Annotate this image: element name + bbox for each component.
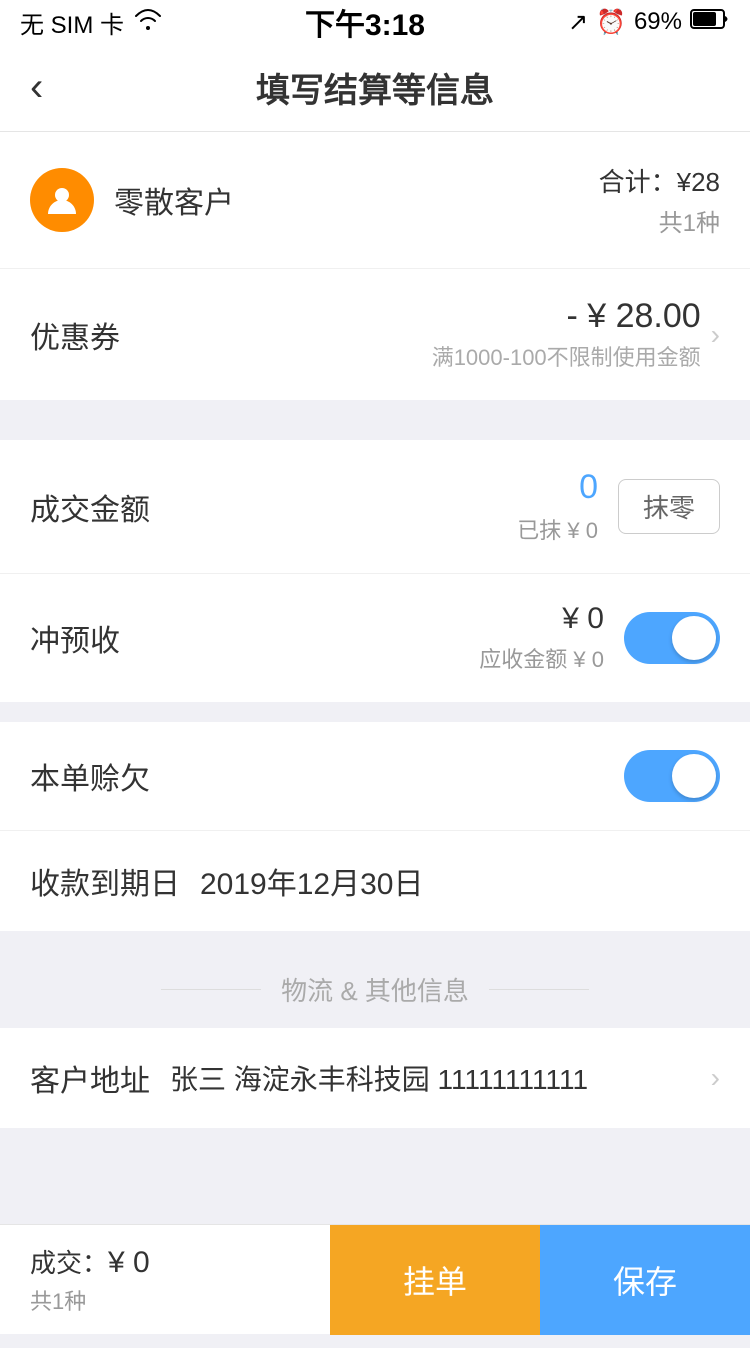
prepayment-row: 冲预收 ¥ 0 应收金额 ¥ 0: [0, 574, 750, 702]
customer-row: 零散客户 合计：¥28 共1种: [0, 132, 750, 268]
prepayment-right: ¥ 0 应收金额 ¥ 0: [479, 602, 720, 674]
deal-amount-right: 0 已抹 ¥ 0 抹零: [517, 468, 720, 545]
customer-card: 零散客户 合计：¥28 共1种 优惠券 - ¥ 28.00 满1000-100不…: [0, 132, 750, 400]
customer-total: 合计：¥28 共1种: [599, 162, 720, 238]
address-value: 张三 海淀永丰科技园 11111111111: [170, 1058, 711, 1098]
status-time: 下午3:18: [305, 0, 425, 44]
save-button[interactable]: 保存: [540, 1225, 750, 1335]
bottom-info: 成交：¥ 0 共1种: [0, 1243, 330, 1316]
deal-amount-card: 成交金额 0 已抹 ¥ 0 抹零 冲预收 ¥ 0 应收金额 ¥ 0: [0, 440, 750, 702]
bottom-count: 共1种: [30, 1284, 300, 1316]
prepayment-sub: 应收金额 ¥ 0: [479, 642, 604, 674]
deal-amount-row: 成交金额 0 已抹 ¥ 0 抹零: [0, 440, 750, 574]
battery-icon: [690, 8, 730, 37]
back-button[interactable]: ‹: [30, 65, 43, 110]
status-right: ↗ ⏰ 69%: [568, 8, 730, 37]
address-label: 客户地址: [30, 1056, 150, 1100]
alarm-icon: ⏰: [596, 8, 626, 37]
deal-amount-label: 成交金额: [30, 485, 150, 529]
credit-row: 本单赊欠: [0, 722, 750, 831]
prepayment-label: 冲预收: [30, 616, 120, 660]
total-amount-label: 合计：¥28: [599, 162, 720, 199]
address-row[interactable]: 客户地址 张三 海淀永丰科技园 11111111111 ›: [0, 1028, 750, 1128]
due-date-value: 2019年12月30日: [200, 859, 423, 903]
customer-name: 零散客户: [114, 178, 234, 222]
section-divider-2: [0, 702, 750, 722]
section-divider-3: [0, 931, 750, 951]
prepayment-amount-block: ¥ 0 应收金额 ¥ 0: [479, 602, 604, 674]
coupon-label: 优惠券: [30, 313, 120, 357]
bottom-deal-amount: ¥ 0: [108, 1246, 150, 1279]
logistics-section: 物流 & 其他信息: [0, 951, 750, 1028]
deal-amount-value[interactable]: 0: [517, 468, 598, 507]
customer-avatar: [30, 168, 94, 232]
sim-status: 无 SIM 卡: [20, 5, 124, 40]
pending-button[interactable]: 挂单: [330, 1225, 540, 1335]
due-date-row: 收款到期日 2019年12月30日: [0, 831, 750, 931]
coupon-desc: 满1000-100不限制使用金额: [432, 340, 701, 372]
round-zero-button[interactable]: 抹零: [618, 479, 720, 534]
logistics-title: 物流 & 其他信息: [0, 971, 750, 1008]
coupon-amount-block: - ¥ 28.00 满1000-100不限制使用金额: [432, 297, 701, 372]
section-divider-1: [0, 420, 750, 440]
nav-bar: ‹ 填写结算等信息: [0, 44, 750, 132]
content: 零散客户 合计：¥28 共1种 优惠券 - ¥ 28.00 满1000-100不…: [0, 132, 750, 1348]
total-count: 共1种: [599, 203, 720, 238]
status-left: 无 SIM 卡: [20, 5, 162, 40]
address-chevron-icon: ›: [711, 1062, 720, 1094]
bottom-deal-label: 成交：¥ 0: [30, 1243, 300, 1280]
status-bar: 无 SIM 卡 下午3:18 ↗ ⏰ 69%: [0, 0, 750, 44]
credit-toggle-knob: [672, 754, 716, 798]
wifi-icon: [134, 8, 162, 37]
credit-toggle[interactable]: [624, 750, 720, 802]
due-date-label: 收款到期日: [30, 859, 180, 903]
location-icon: ↗: [568, 8, 588, 37]
deal-amount-block: 0 已抹 ¥ 0: [517, 468, 598, 545]
deal-amount-sub: 已抹 ¥ 0: [517, 513, 598, 545]
coupon-row[interactable]: 优惠券 - ¥ 28.00 满1000-100不限制使用金额 ›: [0, 268, 750, 400]
prepayment-toggle[interactable]: [624, 612, 720, 664]
page-title: 填写结算等信息: [256, 63, 494, 112]
prepayment-amount: ¥ 0: [479, 602, 604, 636]
credit-card: 本单赊欠 收款到期日 2019年12月30日: [0, 722, 750, 931]
coupon-chevron-icon: ›: [711, 319, 720, 351]
customer-left: 零散客户: [30, 168, 234, 232]
credit-label: 本单赊欠: [30, 754, 150, 798]
battery-level: 69%: [634, 8, 682, 36]
bottom-bar: 成交：¥ 0 共1种 挂单 保存: [0, 1224, 750, 1334]
coupon-amount: - ¥ 28.00: [432, 297, 701, 336]
toggle-knob: [672, 616, 716, 660]
coupon-right: - ¥ 28.00 满1000-100不限制使用金额 ›: [432, 297, 720, 372]
